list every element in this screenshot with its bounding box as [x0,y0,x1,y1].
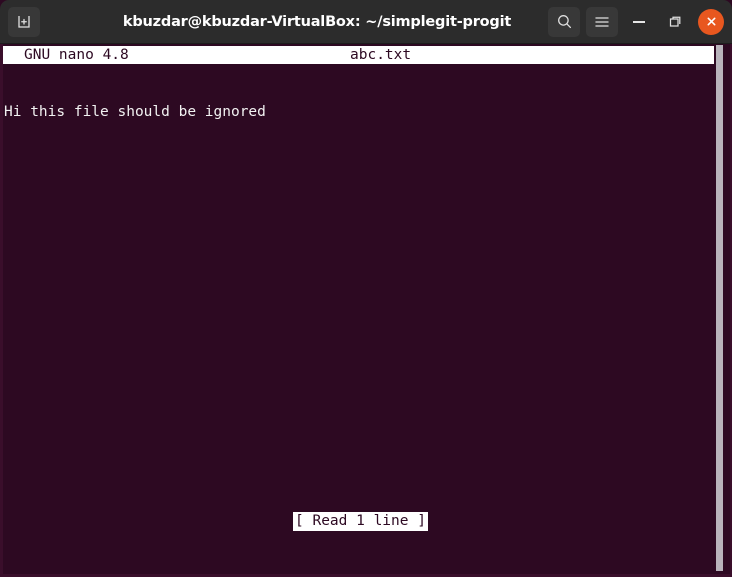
terminal-window: kbuzdar@kbuzdar-VirtualBox: ~/simplegit-… [0,0,732,577]
shortcut-column-5: ^J Justify ^T To Spell [543,531,639,574]
window-controls [548,6,726,37]
hamburger-menu-icon [595,16,609,27]
search-button[interactable] [548,6,580,37]
close-icon [707,17,715,26]
new-tab-button[interactable] [8,6,40,37]
buffer-line: Hi this file should be ignored [4,104,266,120]
search-icon [557,15,571,29]
nano-text-buffer[interactable]: Hi this file should be ignored [3,65,719,160]
new-terminal-tab-icon [18,15,30,28]
close-button[interactable] [696,7,726,37]
window-titlebar: kbuzdar@kbuzdar-VirtualBox: ~/simplegit-… [0,0,732,44]
shortcut-key-cut-text: ^K [408,573,426,574]
nano-version-label: GNU nano 4.8 [24,47,129,63]
menu-button[interactable] [586,6,618,37]
maximize-button[interactable] [660,7,690,37]
shortcut-key-write-out: ^O [140,573,158,574]
shortcut-key-get-help: ^G [6,573,24,574]
terminal-scrollbar-thumb[interactable] [716,45,723,571]
close-button-circle [698,8,724,35]
shortcut-column-4: ^K Cut Text ^U Paste Text [408,531,522,574]
shortcut-column-2: ^O Write Out ^R Read File [140,531,245,574]
nano-status-message: [ Read 1 line ] [293,512,428,531]
nano-title-bar: GNU nano 4.8 abc.txt [3,46,719,64]
shortcut-key-where-is: ^W [274,573,292,574]
minimize-icon [633,20,645,23]
shortcut-key-justify: ^J [543,573,561,574]
maximize-restore-icon [669,16,681,27]
shortcut-column-3: ^W Where Is ^\ Replace [274,531,370,574]
terminal-scrollbar-track[interactable] [714,44,728,574]
shortcut-column-1: ^G Get Help ^X Exit [6,531,102,574]
window-title: kbuzdar@kbuzdar-VirtualBox: ~/simplegit-… [122,13,512,30]
nano-editor[interactable]: GNU nano 4.8 abc.txt Hi this file should… [3,44,719,574]
minimize-button[interactable] [624,7,654,37]
nano-filename-label: abc.txt [350,47,412,63]
terminal-content-area[interactable]: GNU nano 4.8 abc.txt Hi this file should… [0,44,732,577]
